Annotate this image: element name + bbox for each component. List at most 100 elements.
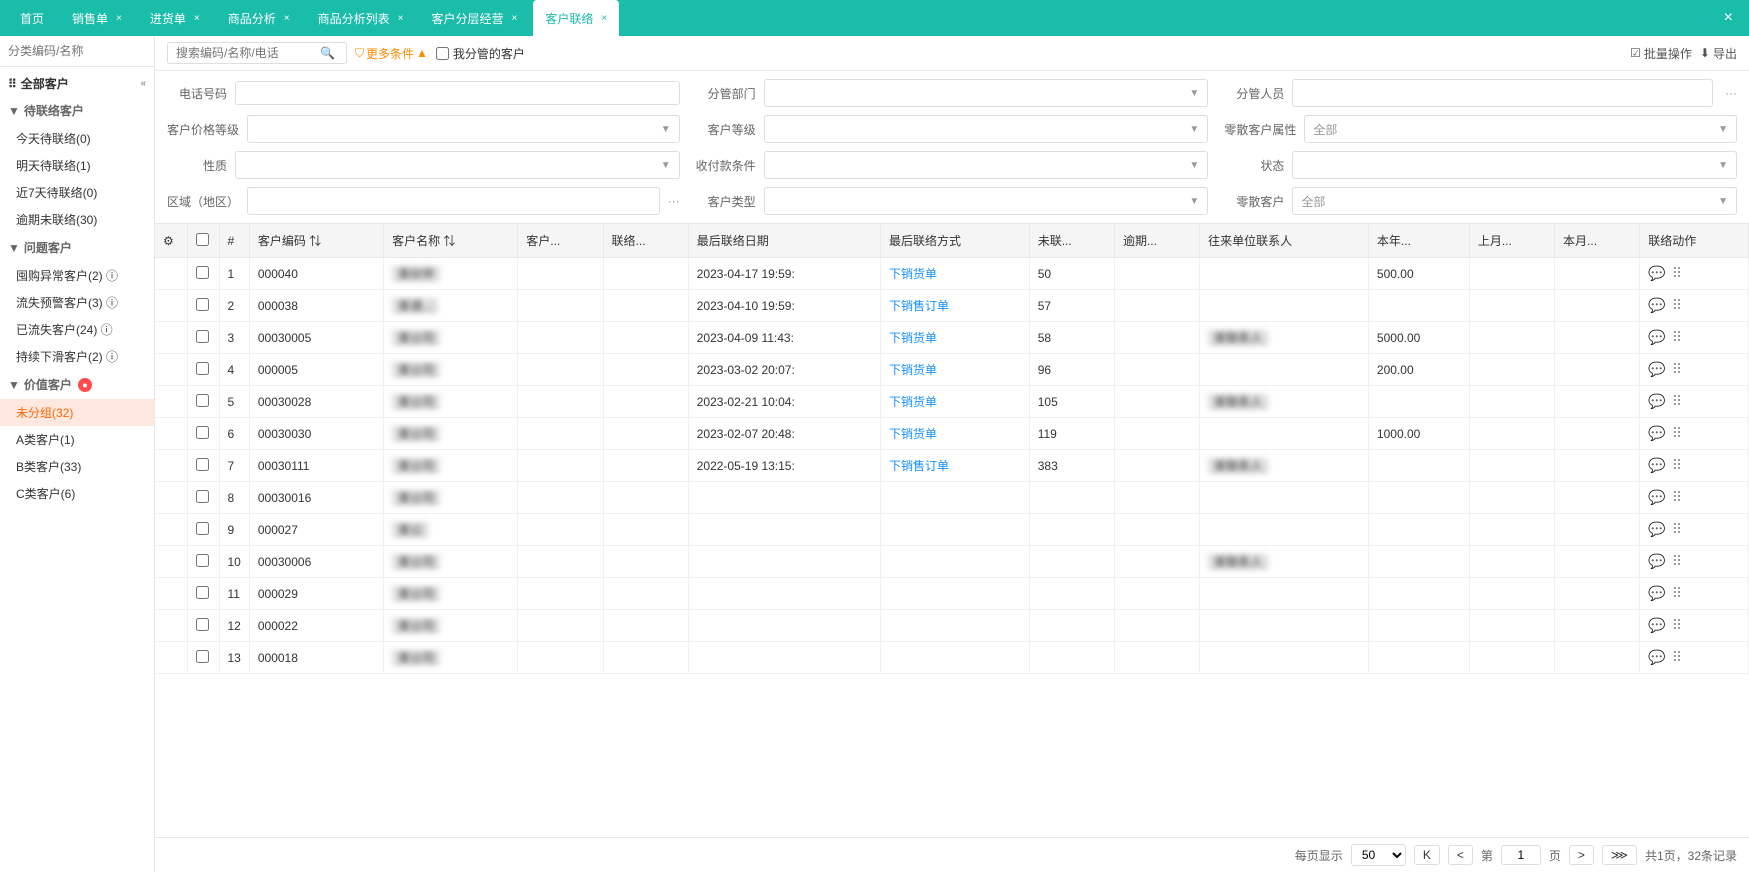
collapse-icon[interactable]: « (140, 78, 146, 89)
partner-contact-col[interactable]: 往来单位联系人 (1200, 224, 1369, 258)
row-checkbox[interactable] (187, 578, 219, 610)
first-page-btn[interactable]: K (1414, 845, 1440, 865)
value-customers-header[interactable]: ▼ 价值客户 ● (0, 370, 154, 399)
customer-type-col[interactable]: 客户... (518, 224, 603, 258)
prev-page-btn[interactable]: < (1448, 845, 1473, 865)
all-customers-header[interactable]: ⠿ 全部客户 « (0, 67, 154, 96)
row-checkbox[interactable] (187, 418, 219, 450)
more-icon[interactable]: ⠿ (1672, 649, 1682, 666)
per-page-select[interactable]: 50 100 200 (1351, 844, 1406, 866)
more-icon[interactable]: ⠿ (1672, 521, 1682, 538)
dept-select[interactable]: ▼ (764, 79, 1209, 107)
contact-icon[interactable]: 💬 (1648, 489, 1665, 506)
window-close-button[interactable]: × (1716, 9, 1741, 27)
row-checkbox[interactable] (187, 514, 219, 546)
contact-icon[interactable]: 💬 (1648, 425, 1665, 442)
row-last-contact-method[interactable]: 下销货单 (881, 258, 1030, 290)
not-contacted-col[interactable]: 未联... (1029, 224, 1114, 258)
sidebar-item-tomorrow[interactable]: 明天待联络(1) (0, 152, 154, 179)
row-checkbox[interactable] (187, 354, 219, 386)
nav-sales-order[interactable]: 销售单 × (60, 0, 134, 36)
more-icon[interactable]: ⠿ (1672, 457, 1682, 474)
row-checkbox[interactable] (187, 258, 219, 290)
close-sales-order[interactable]: × (116, 13, 122, 24)
row-checkbox[interactable] (187, 450, 219, 482)
nav-product-analysis[interactable]: 商品分析 × (216, 0, 302, 36)
more-icon[interactable]: ⠿ (1672, 329, 1682, 346)
sidebar-item-churn-warning[interactable]: 流失预警客户(3) ⓘ (0, 289, 154, 316)
more-icon[interactable]: ⠿ (1672, 361, 1682, 378)
row-last-contact-method[interactable] (881, 578, 1030, 610)
row-last-contact-method[interactable] (881, 610, 1030, 642)
region-dots[interactable]: ··· (668, 194, 680, 208)
row-last-contact-method[interactable]: 下销货单 (881, 354, 1030, 386)
row-checkbox[interactable] (187, 642, 219, 674)
row-checkbox[interactable] (187, 322, 219, 354)
overdue-col[interactable]: 逾期... (1114, 224, 1199, 258)
settings-col[interactable]: ⚙ (155, 224, 187, 258)
contact-icon[interactable]: 💬 (1648, 297, 1665, 314)
this-year-col[interactable]: 本年... (1368, 224, 1469, 258)
nav-product-analysis-list[interactable]: 商品分析列表 × (306, 0, 416, 36)
row-checkbox[interactable] (187, 482, 219, 514)
close-purchase-order[interactable]: × (194, 13, 200, 24)
export-btn[interactable]: ⬇ 导出 (1700, 45, 1737, 62)
sidebar-search-input[interactable] (8, 44, 155, 58)
select-all-checkbox[interactable] (196, 233, 209, 246)
phone-input[interactable] (235, 81, 680, 105)
nav-home[interactable]: 首页 (8, 6, 56, 31)
main-search-input[interactable] (176, 46, 316, 60)
last-contact-method-col[interactable]: 最后联络方式 (881, 224, 1030, 258)
close-product-analysis-list[interactable]: × (398, 13, 404, 24)
row-last-contact-method[interactable]: 下销售订单 (881, 450, 1030, 482)
sidebar-item-overdue[interactable]: 逾期未联络(30) (0, 206, 154, 233)
row-last-contact-method[interactable]: 下销货单 (881, 386, 1030, 418)
sidebar-item-today[interactable]: 今天待联络(0) (0, 125, 154, 152)
contact-icon[interactable]: 💬 (1648, 393, 1665, 410)
status-select[interactable]: ▼ (1292, 151, 1737, 179)
row-last-contact-method[interactable] (881, 482, 1030, 514)
contact-icon[interactable]: 💬 (1648, 649, 1665, 666)
contact-icon[interactable]: 💬 (1648, 585, 1665, 602)
nav-customer-contact[interactable]: 客户联络 × (533, 0, 619, 36)
row-last-contact-method[interactable]: 下销货单 (881, 418, 1030, 450)
nav-customer-segment[interactable]: 客户分层经营 × (419, 0, 529, 36)
contact-icon[interactable]: 💬 (1648, 361, 1665, 378)
row-checkbox[interactable] (187, 546, 219, 578)
row-checkbox[interactable] (187, 610, 219, 642)
price-level-select[interactable]: ▼ (247, 115, 680, 143)
payment-select[interactable]: ▼ (764, 151, 1209, 179)
code-col[interactable]: 客户编码 ⇅ (249, 224, 383, 258)
sidebar-item-declining[interactable]: 持续下滑客户(2) ⓘ (0, 343, 154, 370)
contact-col[interactable]: 联络... (603, 224, 688, 258)
page-number-input[interactable] (1501, 845, 1541, 865)
sidebar-item-class-c[interactable]: C类客户(6) (0, 480, 154, 507)
more-icon[interactable]: ⠿ (1672, 265, 1682, 282)
sidebar-item-churned[interactable]: 已流失客户(24) ⓘ (0, 316, 154, 343)
my-customers-check[interactable] (436, 47, 449, 60)
contact-icon[interactable]: 💬 (1648, 265, 1665, 282)
close-customer-segment[interactable]: × (511, 13, 517, 24)
more-icon[interactable]: ⠿ (1672, 393, 1682, 410)
row-checkbox[interactable] (187, 290, 219, 322)
more-icon[interactable]: ⠿ (1672, 489, 1682, 506)
more-icon[interactable]: ⠿ (1672, 425, 1682, 442)
close-product-analysis[interactable]: × (284, 13, 290, 24)
pending-contact-header[interactable]: ▼ 待联络客户 (0, 96, 154, 125)
contact-icon[interactable]: 💬 (1648, 521, 1665, 538)
row-last-contact-method[interactable] (881, 546, 1030, 578)
last-contact-date-col[interactable]: 最后联络日期 (688, 224, 880, 258)
sidebar-item-hoarding[interactable]: 囤购异常客户(2) ⓘ (0, 262, 154, 289)
this-month-col[interactable]: 本月... (1555, 224, 1640, 258)
contact-icon[interactable]: 💬 (1648, 553, 1665, 570)
sidebar-item-class-b[interactable]: B类客户(33) (0, 453, 154, 480)
sidebar-item-class-a[interactable]: A类客户(1) (0, 426, 154, 453)
person-select[interactable] (1292, 79, 1713, 107)
row-last-contact-method[interactable] (881, 514, 1030, 546)
contact-icon[interactable]: 💬 (1648, 617, 1665, 634)
name-col[interactable]: 客户名称 ⇅ (384, 224, 518, 258)
nature-select[interactable]: ▼ (235, 151, 680, 179)
row-checkbox[interactable] (187, 386, 219, 418)
row-last-contact-method[interactable]: 下销售订单 (881, 290, 1030, 322)
last-month-col[interactable]: 上月... (1469, 224, 1554, 258)
